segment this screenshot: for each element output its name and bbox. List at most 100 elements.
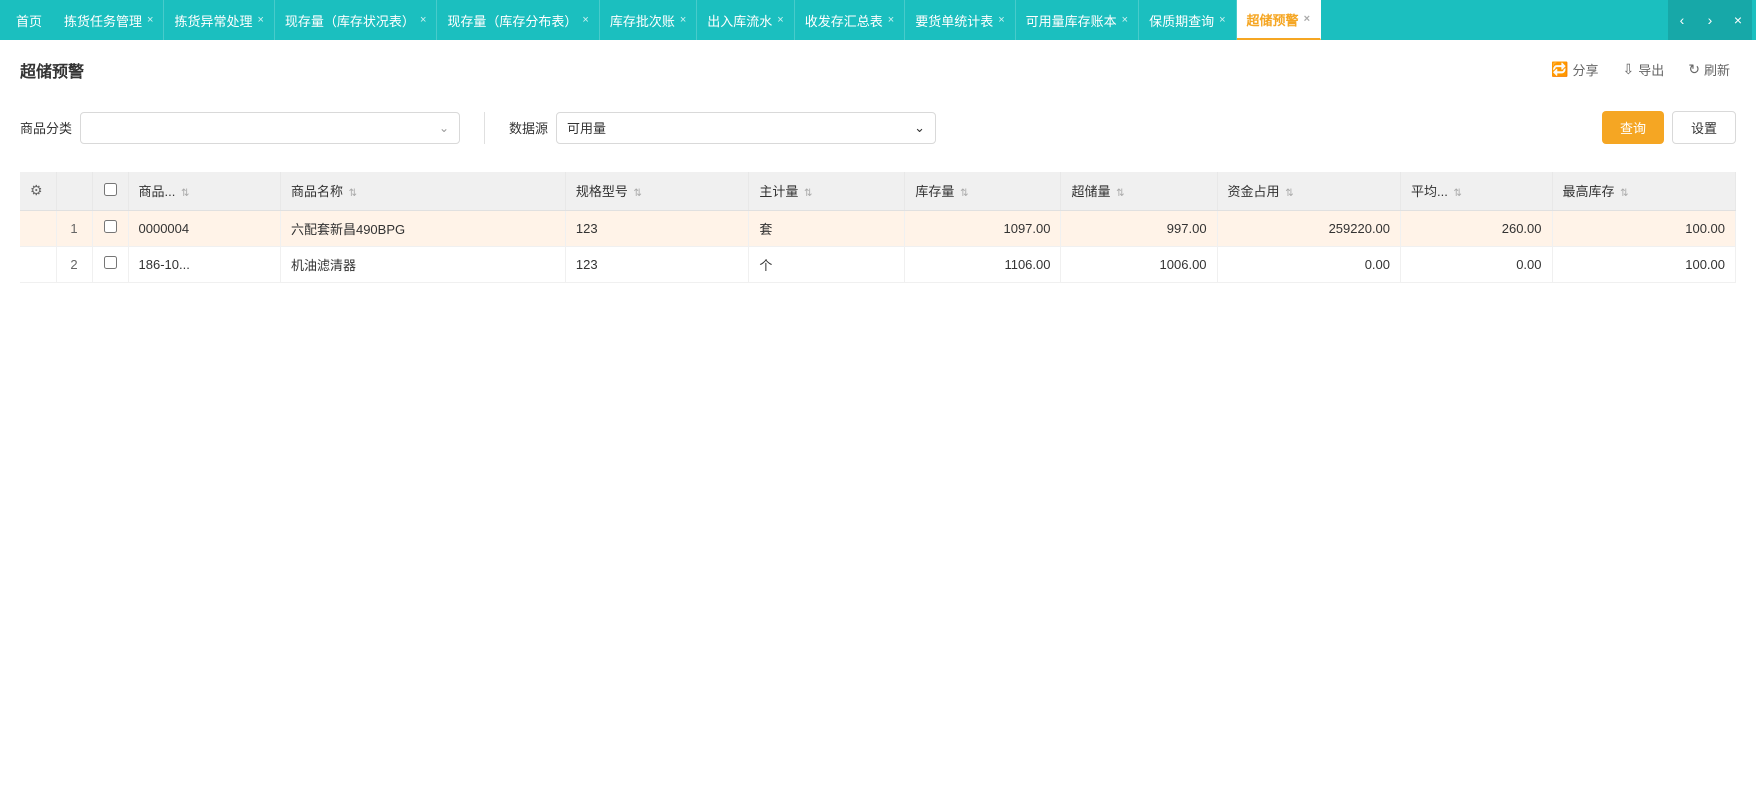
nav-item-stock-dist[interactable]: 现存量（库存分布表） × — [437, 0, 599, 40]
row-checkbox-cell[interactable] — [92, 210, 128, 246]
overstock-cell: 997.00 — [1061, 210, 1217, 246]
category-select[interactable]: ⌄ — [80, 112, 460, 144]
nav-arrows: ‹ › × — [1668, 0, 1752, 40]
avg-cell: 0.00 — [1401, 246, 1552, 282]
sort-icon[interactable]: ⇅ — [634, 188, 642, 199]
stock-cell: 1106.00 — [905, 246, 1061, 282]
refresh-button[interactable]: ↻ 刷新 — [1682, 56, 1736, 83]
header-actions: 🔁 分享 ⇩ 导出 ↻ 刷新 — [1545, 56, 1736, 83]
action-buttons: 查询 设置 — [1602, 111, 1736, 144]
th-max-stock: 最高库存 ⇅ — [1552, 172, 1736, 210]
close-icon[interactable]: × — [147, 14, 153, 26]
unit-cell: 个 — [749, 246, 905, 282]
page-title: 超储预警 — [20, 58, 84, 82]
category-label: 商品分类 — [20, 118, 72, 137]
export-button[interactable]: ⇩ 导出 — [1617, 56, 1671, 83]
nav-item-order-stat[interactable]: 要货单统计表 × — [905, 0, 1015, 40]
close-icon[interactable]: × — [680, 14, 686, 26]
product-name-cell: 六配套新昌490BPG — [280, 210, 565, 246]
th-gear: ⚙ — [20, 172, 56, 210]
page-content: 超储预警 🔁 分享 ⇩ 导出 ↻ 刷新 商品分类 ⌄ — [0, 40, 1756, 800]
product-code-cell: 186-10... — [128, 246, 280, 282]
close-icon[interactable]: × — [257, 14, 263, 26]
sort-icon[interactable]: ⇅ — [804, 188, 812, 199]
spec-cell: 123 — [565, 210, 748, 246]
query-button[interactable]: 查询 — [1602, 111, 1664, 144]
sort-icon[interactable]: ⇅ — [1453, 188, 1461, 199]
nav-item-receive-send[interactable]: 收发存汇总表 × — [795, 0, 905, 40]
nav-item-batch[interactable]: 库存批次账 × — [600, 0, 697, 40]
th-row-number — [56, 172, 92, 210]
chevron-down-icon: ⌄ — [439, 121, 449, 135]
sort-icon[interactable]: ⇅ — [1620, 188, 1628, 199]
th-checkbox — [92, 172, 128, 210]
nav-item-task-mgmt[interactable]: 拣货任务管理 × — [54, 0, 164, 40]
capital-cell: 0.00 — [1217, 246, 1400, 282]
chevron-down-icon: ⌄ — [914, 120, 925, 136]
th-overstock: 超储量 ⇅ — [1061, 172, 1217, 210]
max-stock-cell: 100.00 — [1552, 246, 1736, 282]
th-spec: 规格型号 ⇅ — [565, 172, 748, 210]
page-header: 超储预警 🔁 分享 ⇩ 导出 ↻ 刷新 — [20, 56, 1736, 83]
max-stock-cell: 100.00 — [1552, 210, 1736, 246]
datasource-select[interactable]: 可用量 ⌄ — [556, 112, 936, 144]
th-avg: 平均... ⇅ — [1401, 172, 1552, 210]
datasource-filter: 数据源 可用量 ⌄ — [509, 112, 936, 144]
row-gear-cell — [20, 246, 56, 282]
table-row: 2 186-10... 机油滤清器 123 个 1106.00 1006.00 … — [20, 246, 1736, 282]
table-header: ⚙ 商品... ⇅ 商品名称 ⇅ 规格型号 ⇅ — [20, 172, 1736, 210]
nav-item-overstock-warn[interactable]: 超储预警 × — [1237, 0, 1321, 40]
unit-cell: 套 — [749, 210, 905, 246]
nav-item-stock-status[interactable]: 现存量（库存状况表） × — [275, 0, 437, 40]
nav-prev-arrow[interactable]: ‹ — [1668, 0, 1696, 40]
row-gear-cell — [20, 210, 56, 246]
close-icon[interactable]: × — [420, 14, 426, 26]
filter-separator — [484, 112, 485, 144]
close-icon[interactable]: × — [582, 14, 588, 26]
row-checkbox-cell[interactable] — [92, 246, 128, 282]
datasource-label: 数据源 — [509, 118, 548, 137]
row-number: 2 — [56, 246, 92, 282]
close-icon[interactable]: × — [1304, 13, 1310, 25]
th-capital: 资金占用 ⇅ — [1217, 172, 1400, 210]
nav-item-quality-check[interactable]: 保质期查询 × — [1139, 0, 1236, 40]
nav-item-exception[interactable]: 拣货异常处理 × — [164, 0, 274, 40]
row-checkbox[interactable] — [104, 256, 117, 269]
overstock-cell: 1006.00 — [1061, 246, 1217, 282]
gear-icon[interactable]: ⚙ — [30, 182, 43, 198]
export-icon: ⇩ — [1623, 61, 1635, 78]
sort-icon[interactable]: ⇅ — [349, 188, 357, 199]
close-icon[interactable]: × — [1219, 14, 1225, 26]
th-product-name: 商品名称 ⇅ — [280, 172, 565, 210]
stock-cell: 1097.00 — [905, 210, 1061, 246]
row-checkbox[interactable] — [104, 220, 117, 233]
share-icon: 🔁 — [1551, 61, 1568, 78]
nav-next-arrow[interactable]: › — [1696, 0, 1724, 40]
close-icon[interactable]: × — [998, 14, 1004, 26]
filter-area: 商品分类 ⌄ 数据源 可用量 ⌄ 查询 设置 — [20, 99, 1736, 156]
sort-icon[interactable]: ⇅ — [1116, 188, 1124, 199]
capital-cell: 259220.00 — [1217, 210, 1400, 246]
sort-icon[interactable]: ⇅ — [181, 188, 189, 199]
table-body: 1 0000004 六配套新昌490BPG 123 套 1097.00 997.… — [20, 210, 1736, 282]
nav-item-avail-stock[interactable]: 可用量库存账本 × — [1016, 0, 1139, 40]
datasource-value: 可用量 — [567, 118, 606, 137]
close-icon[interactable]: × — [1122, 14, 1128, 26]
th-stock: 库存量 ⇅ — [905, 172, 1061, 210]
avg-cell: 260.00 — [1401, 210, 1552, 246]
spec-cell: 123 — [565, 246, 748, 282]
select-all-checkbox[interactable] — [104, 183, 117, 196]
nav-item-inout-flow[interactable]: 出入库流水 × — [697, 0, 794, 40]
th-unit: 主计量 ⇅ — [749, 172, 905, 210]
sort-icon[interactable]: ⇅ — [1285, 188, 1293, 199]
close-icon[interactable]: × — [888, 14, 894, 26]
sort-icon[interactable]: ⇅ — [960, 188, 968, 199]
share-button[interactable]: 🔁 分享 — [1545, 56, 1604, 83]
close-icon[interactable]: × — [777, 14, 783, 26]
row-number: 1 — [56, 210, 92, 246]
settings-button[interactable]: 设置 — [1672, 111, 1736, 144]
product-code-cell: 0000004 — [128, 210, 280, 246]
nav-home[interactable]: 首页 — [4, 11, 54, 30]
data-table: ⚙ 商品... ⇅ 商品名称 ⇅ 规格型号 ⇅ — [20, 172, 1736, 283]
nav-close-arrow[interactable]: × — [1724, 0, 1752, 40]
